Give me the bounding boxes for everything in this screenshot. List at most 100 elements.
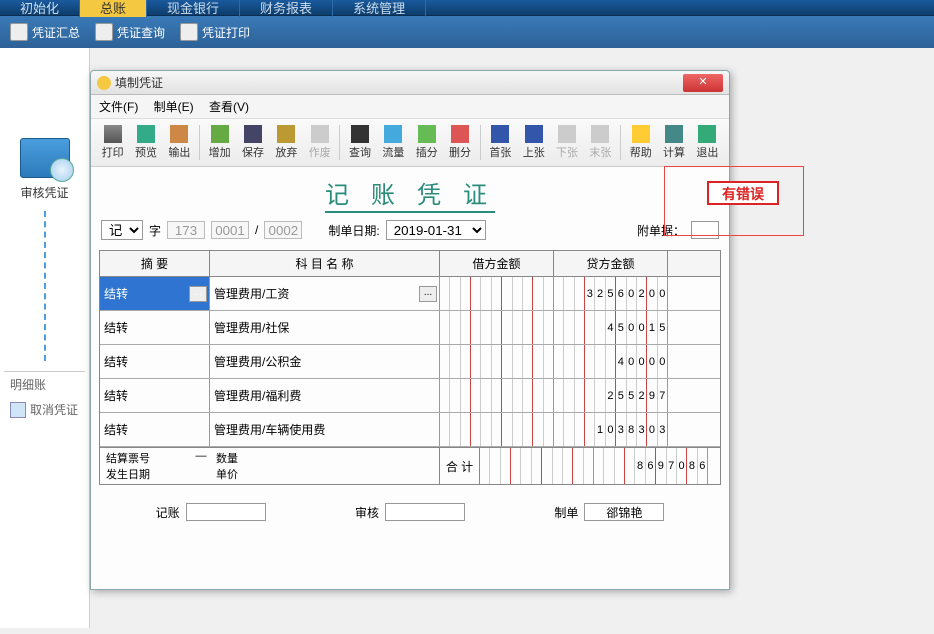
amount-digit <box>523 413 533 446</box>
amount-digit: 0 <box>627 345 637 378</box>
amount-digit <box>523 379 533 412</box>
nav-init[interactable]: 初始化 <box>0 0 80 17</box>
table-row[interactable]: 结转管理费用/公积金 40000 <box>100 345 720 379</box>
cell-account[interactable]: 管理费用/公积金 <box>210 345 440 378</box>
cell-summary[interactable]: 结转... <box>100 277 210 310</box>
menu-make[interactable]: 制单(E) <box>154 100 194 114</box>
cell-debit[interactable] <box>440 277 554 310</box>
tool-删分[interactable]: 删分 <box>444 123 475 162</box>
make-box[interactable]: 郤锦艳 <box>584 503 664 521</box>
amount-digit <box>563 448 573 484</box>
amount-digit <box>564 345 574 378</box>
amount-digit: 5 <box>616 311 626 344</box>
nav-cash[interactable]: 现金银行 <box>147 0 240 17</box>
amount-digit <box>533 311 543 344</box>
total-credit: 8697086 <box>594 448 708 484</box>
amount-digit <box>533 379 543 412</box>
tool-打印[interactable]: 打印 <box>97 123 128 162</box>
sec-print-label: 凭证打印 <box>202 24 250 41</box>
cell-account[interactable]: 管理费用/工资... <box>210 277 440 310</box>
cell-credit[interactable]: 255297 <box>554 379 668 412</box>
nav-report[interactable]: 财务报表 <box>240 0 333 17</box>
table-row[interactable]: 结转管理费用/社保 450015 <box>100 311 720 345</box>
tool-首张[interactable]: 首张 <box>485 123 516 162</box>
ticket-label: 结算票号 <box>106 450 186 466</box>
table-row[interactable]: 结转管理费用/车辆使用费 1038303 <box>100 413 720 447</box>
nav-system[interactable]: 系统管理 <box>333 0 426 17</box>
modal-titlebar[interactable]: 填制凭证 ✕ <box>91 71 729 95</box>
cell-debit[interactable] <box>440 379 554 412</box>
cell-credit[interactable]: 32560200 <box>554 277 668 310</box>
amount-digit <box>575 277 585 310</box>
tool-查询[interactable]: 查询 <box>344 123 375 162</box>
amount-digit <box>554 277 564 310</box>
amount-digit: 6 <box>616 277 626 310</box>
ic-first-icon <box>491 125 509 143</box>
cell-credit[interactable]: 1038303 <box>554 413 668 446</box>
menu-file[interactable]: 文件(F) <box>99 100 138 114</box>
cell-account[interactable]: 管理费用/福利费 <box>210 379 440 412</box>
cell-credit[interactable]: 40000 <box>554 345 668 378</box>
lookup-button[interactable]: ... <box>419 286 437 302</box>
seq-input-3[interactable] <box>264 221 302 239</box>
amount-digit <box>594 448 604 484</box>
col-account: 科 目 名 称 <box>210 251 440 276</box>
modal-title: 填制凭证 <box>97 74 163 91</box>
cell-account[interactable]: 管理费用/社保 <box>210 311 440 344</box>
tool-流量[interactable]: 流量 <box>378 123 409 162</box>
cell-account[interactable]: 管理费用/车辆使用费 <box>210 413 440 446</box>
tool-插分[interactable]: 插分 <box>411 123 442 162</box>
tool-增加[interactable]: 增加 <box>204 123 235 162</box>
flow-line <box>44 211 46 361</box>
seq-input-2[interactable] <box>211 221 249 239</box>
cell-summary[interactable]: 结转 <box>100 311 210 344</box>
cell-debit[interactable] <box>440 345 554 378</box>
menu-view[interactable]: 查看(V) <box>209 100 249 114</box>
tool-保存[interactable]: 保存 <box>237 123 268 162</box>
sec-query[interactable]: 凭证查询 <box>95 23 165 41</box>
voucher-type-select[interactable]: 记 <box>101 220 143 240</box>
voucher-modal: 填制凭证 ✕ 文件(F) 制单(E) 查看(V) 打印预览输出增加保存放弃作废查… <box>90 70 730 590</box>
amount-digit <box>523 277 533 310</box>
sec-print[interactable]: 凭证打印 <box>180 23 250 41</box>
amount-digit <box>595 311 605 344</box>
date-select[interactable]: 2019-01-31 <box>386 220 486 240</box>
tool-帮助[interactable]: 帮助 <box>625 123 656 162</box>
tool-计算[interactable]: 计算 <box>658 123 689 162</box>
tool-上张[interactable]: 上张 <box>518 123 549 162</box>
attach-label: 附单据： <box>637 222 685 239</box>
table-row[interactable]: 结转...管理费用/工资... 32560200 <box>100 277 720 311</box>
amount-digit <box>564 413 574 446</box>
close-button[interactable]: ✕ <box>683 74 723 92</box>
cell-summary[interactable]: 结转 <box>100 379 210 412</box>
lookup-button[interactable]: ... <box>189 286 207 302</box>
amount-digit: 0 <box>627 311 637 344</box>
amount-digit <box>585 379 595 412</box>
book-box[interactable] <box>186 503 266 521</box>
seq-input-1[interactable] <box>167 221 205 239</box>
tool-退出[interactable]: 退出 <box>692 123 723 162</box>
nav-ledger[interactable]: 总账 <box>80 0 147 17</box>
cell-credit[interactable]: 450015 <box>554 311 668 344</box>
cancel-voucher-item[interactable]: 取消凭证 <box>4 397 85 422</box>
cell-summary[interactable]: 结转 <box>100 345 210 378</box>
tool-预览[interactable]: 预览 <box>130 123 161 162</box>
attach-input[interactable] <box>691 221 719 239</box>
sec-summary[interactable]: 凭证汇总 <box>10 23 80 41</box>
amount-digit <box>481 277 491 310</box>
amount-digit: 0 <box>658 277 667 310</box>
amount-digit <box>501 448 511 484</box>
audit-box[interactable] <box>385 503 465 521</box>
doc-icon <box>95 23 113 41</box>
amount-digit <box>492 311 502 344</box>
amount-digit <box>595 379 605 412</box>
tool-放弃[interactable]: 放弃 <box>271 123 302 162</box>
tool-输出[interactable]: 输出 <box>164 123 195 162</box>
cell-summary[interactable]: 结转 <box>100 413 210 446</box>
cell-debit[interactable] <box>440 311 554 344</box>
cell-debit[interactable] <box>440 413 554 446</box>
amount-digit: 0 <box>647 413 657 446</box>
audit-voucher-shortcut[interactable]: 审核凭证 <box>4 138 85 201</box>
amount-digit <box>554 379 564 412</box>
table-row[interactable]: 结转管理费用/福利费 255297 <box>100 379 720 413</box>
